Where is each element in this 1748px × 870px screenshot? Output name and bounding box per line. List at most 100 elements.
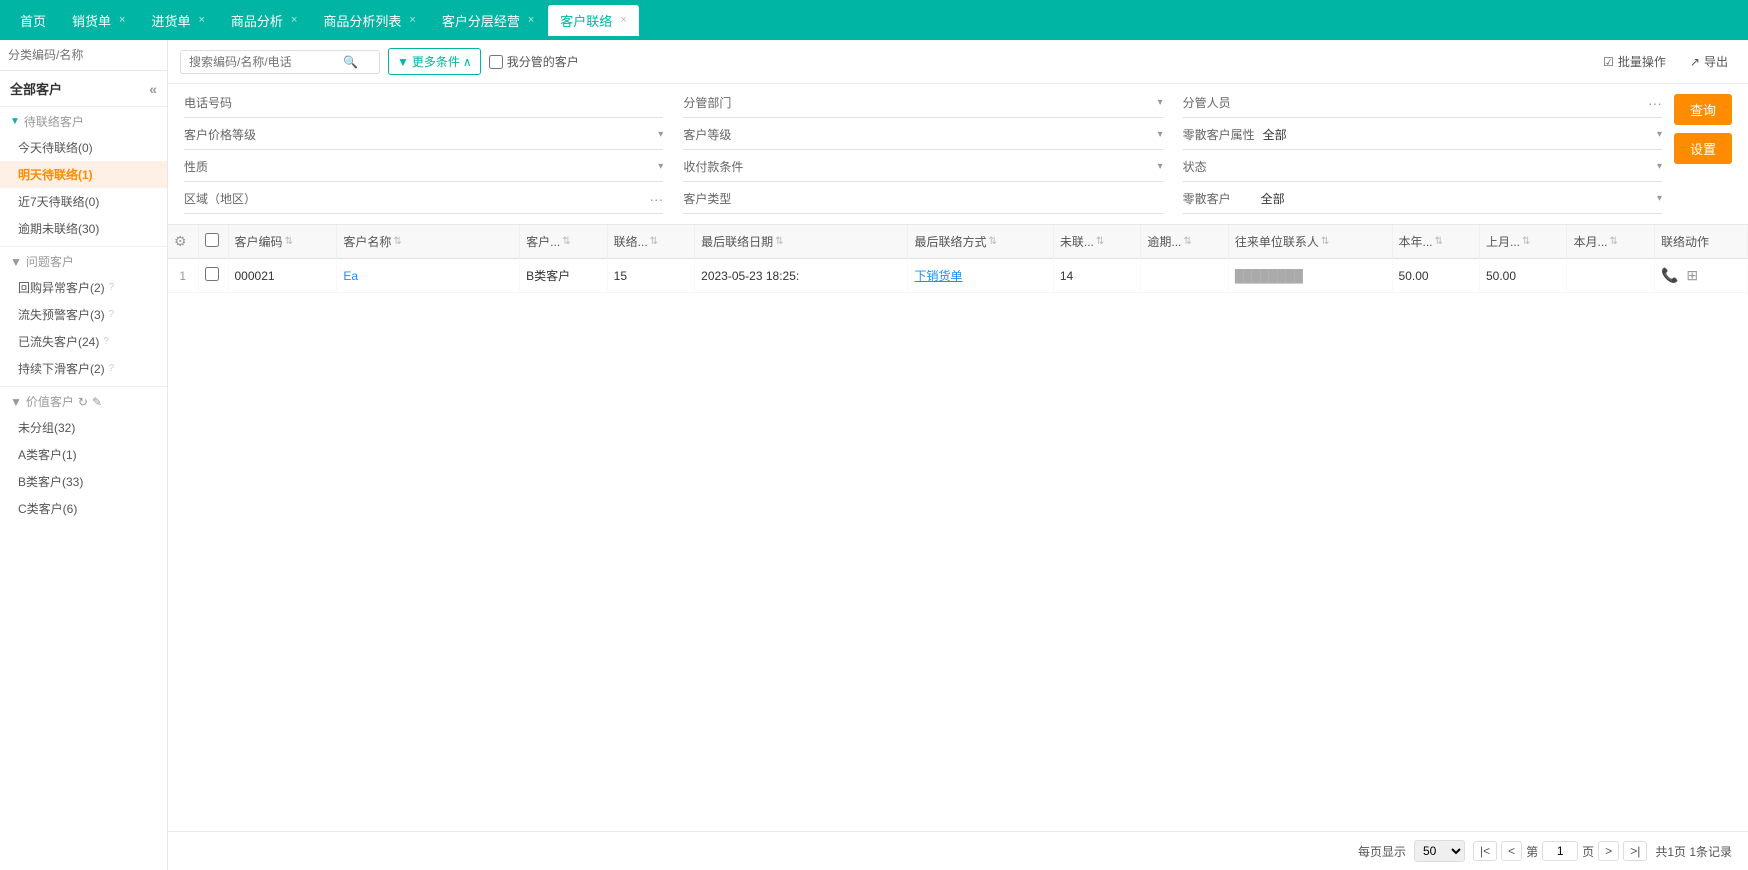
filter-row-1: 电话号码 分管部门 ▾ 分管人员 — [184, 94, 1662, 118]
close-sales-icon[interactable]: × — [119, 14, 125, 26]
th-last-contact-date: 最后联络日期 ⇅ — [695, 225, 908, 259]
filter-row-3: 性质 ▾ 收付款条件 ▾ — [184, 158, 1662, 182]
nav-product-analysis-list[interactable]: 商品分析列表 × — [311, 5, 427, 36]
filter-phone-input[interactable] — [262, 96, 663, 110]
total-label: 共1页 1条记录 — [1655, 843, 1732, 860]
filter-price-grade-select[interactable]: ▾ — [264, 129, 663, 140]
row-type: B类客户 — [520, 259, 607, 293]
filter-scatter-attr-select[interactable]: 全部 ▾ — [1263, 126, 1662, 143]
page-nav: |< < 第 页 > >| — [1473, 841, 1647, 861]
batch-check-icon: ☑ — [1603, 55, 1614, 69]
export-btn[interactable]: ↗ 导出 — [1682, 49, 1736, 74]
sidebar-item-churned[interactable]: 已流失客户(24) ? — [0, 328, 167, 355]
nav-product-analysis[interactable]: 商品分析 × — [219, 5, 309, 36]
first-page-btn[interactable]: |< — [1473, 841, 1497, 861]
sidebar-item-b-class[interactable]: B类客户(33) — [0, 468, 167, 495]
filter-icon: ▼ — [397, 55, 409, 69]
filter-customer-grade-select[interactable]: ▾ — [761, 129, 1162, 140]
sidebar-group-problem: ▼ 问题客户 — [0, 246, 167, 274]
close-customer-tier-icon[interactable]: × — [528, 14, 534, 26]
sidebar-item-c-class[interactable]: C类客户(6) — [0, 495, 167, 522]
last-page-btn[interactable]: >| — [1623, 841, 1647, 861]
filter-region-label: 区域（地区） — [184, 190, 256, 207]
batch-op-btn[interactable]: ☑ 批量操作 — [1595, 49, 1674, 74]
nav-sales[interactable]: 销货单 × — [60, 5, 137, 36]
sidebar-search-input[interactable] — [8, 48, 163, 62]
my-customers-check[interactable] — [489, 55, 503, 69]
th-gear: ⚙ — [168, 225, 198, 259]
filter-nature-select[interactable]: ▾ — [262, 161, 663, 172]
sidebar-item-repurchase-abnormal[interactable]: 回购异常客户(2) ? — [0, 274, 167, 301]
close-product-analysis-icon[interactable]: × — [291, 14, 297, 26]
filter-customer-type-label: 客户类型 — [683, 190, 753, 207]
filter-customer-type: 客户类型 — [683, 190, 1162, 214]
query-button[interactable]: 查询 — [1674, 94, 1732, 125]
filter-price-grade-label: 客户价格等级 — [184, 126, 256, 143]
action-phone-icon[interactable]: 📞 — [1661, 267, 1678, 284]
row-num: 1 — [168, 259, 198, 293]
help-icon-4: ? — [109, 363, 115, 374]
more-conditions-btn[interactable]: ▼ 更多条件 ∧ — [388, 48, 481, 75]
th-action: 联络动作 — [1654, 225, 1747, 259]
filter-retail-select[interactable]: 全部 ▾ — [1261, 190, 1662, 207]
row-name: Ea — [337, 259, 520, 293]
settings-button[interactable]: 设置 — [1674, 133, 1732, 164]
filter-dept: 分管部门 ▾ — [683, 94, 1162, 118]
search-input[interactable] — [189, 55, 339, 69]
th-this-year: 本年... ⇅ — [1392, 225, 1479, 259]
dots-icon-region[interactable]: ··· — [649, 191, 663, 207]
my-customers-checkbox[interactable]: 我分管的客户 — [489, 53, 579, 70]
select-all-checkbox[interactable] — [205, 233, 219, 247]
sidebar-item-tomorrow[interactable]: 明天待联络(1) — [0, 161, 167, 188]
sidebar-item-overdue[interactable]: 逾期未联络(30) — [0, 215, 167, 242]
row-last-contact-method[interactable]: 下销货单 — [908, 259, 1053, 293]
sidebar-item-churn-warning[interactable]: 流失预警客户(3) ? — [0, 301, 167, 328]
sort-icon-person: ⇅ — [1321, 236, 1329, 247]
sidebar-item-unclassified[interactable]: 未分组(32) — [0, 414, 167, 441]
close-purchase-icon[interactable]: × — [198, 14, 204, 26]
filter-payment-select[interactable]: ▾ — [761, 161, 1162, 172]
row-action: 📞 ⊞ — [1654, 259, 1747, 293]
chevron-down-icon-nature: ▾ — [658, 161, 663, 172]
chevron-down-icon-status: ▾ — [1657, 161, 1662, 172]
gear-icon[interactable]: ⚙ — [174, 233, 187, 249]
row-select-checkbox[interactable] — [205, 267, 219, 281]
nav-purchase[interactable]: 进货单 × — [139, 5, 216, 36]
sidebar-all-customers[interactable]: 全部客户 « — [0, 71, 167, 107]
filter-status-select[interactable]: ▾ — [1261, 161, 1662, 172]
sidebar-collapse-icon[interactable]: « — [149, 81, 157, 97]
sort-icon-contact: ⇅ — [650, 236, 658, 247]
chevron-down-icon-cgrade: ▾ — [1158, 129, 1163, 140]
sidebar-item-a-class[interactable]: A类客户(1) — [0, 441, 167, 468]
row-checkbox[interactable] — [198, 259, 228, 293]
dots-icon-person[interactable]: ··· — [1648, 95, 1662, 111]
row-code: 000021 — [228, 259, 337, 293]
close-customer-contact-icon[interactable]: × — [620, 14, 626, 26]
nav-customer-tier[interactable]: 客户分层经营 × — [430, 5, 546, 36]
per-page-select[interactable]: 50 100 200 — [1414, 840, 1465, 862]
th-code: 客户编码 ⇅ — [228, 225, 337, 259]
sort-icon-lmonth: ⇅ — [1522, 236, 1530, 247]
sidebar-item-7days[interactable]: 近7天待联络(0) — [0, 188, 167, 215]
next-page-btn[interactable]: > — [1598, 841, 1619, 861]
nav-home[interactable]: 首页 — [8, 5, 58, 36]
nav-customer-contact[interactable]: 客户联络 × — [548, 5, 638, 36]
page-number-input[interactable] — [1542, 841, 1578, 861]
close-product-list-icon[interactable]: × — [409, 14, 415, 26]
filter-dept-select[interactable]: ▾ — [761, 97, 1162, 108]
action-more-icon[interactable]: ⊞ — [1686, 267, 1698, 284]
table-header: ⚙ 客户编码 ⇅ 客户名称 — [168, 225, 1748, 259]
filter-person-select[interactable]: ··· — [1261, 95, 1662, 111]
sidebar-item-declining[interactable]: 持续下滑客户(2) ? — [0, 355, 167, 382]
prev-page-btn[interactable]: < — [1501, 841, 1522, 861]
search-icon[interactable]: 🔍 — [343, 55, 358, 69]
edit-icon[interactable]: ✎ — [92, 395, 102, 409]
filter-bar: 🔍 ▼ 更多条件 ∧ 我分管的客户 ☑ 批量操作 ↗ 导出 — [168, 40, 1748, 84]
table-area: ⚙ 客户编码 ⇅ 客户名称 — [168, 225, 1748, 831]
th-overdue: 逾期... ⇅ — [1141, 225, 1228, 259]
refresh-icon[interactable]: ↻ — [78, 395, 88, 409]
filter-customer-grade: 客户等级 ▾ — [683, 126, 1162, 150]
filter-region-select[interactable]: ··· — [264, 191, 663, 207]
th-type: 客户... ⇅ — [520, 225, 607, 259]
sidebar-item-today[interactable]: 今天待联络(0) — [0, 134, 167, 161]
